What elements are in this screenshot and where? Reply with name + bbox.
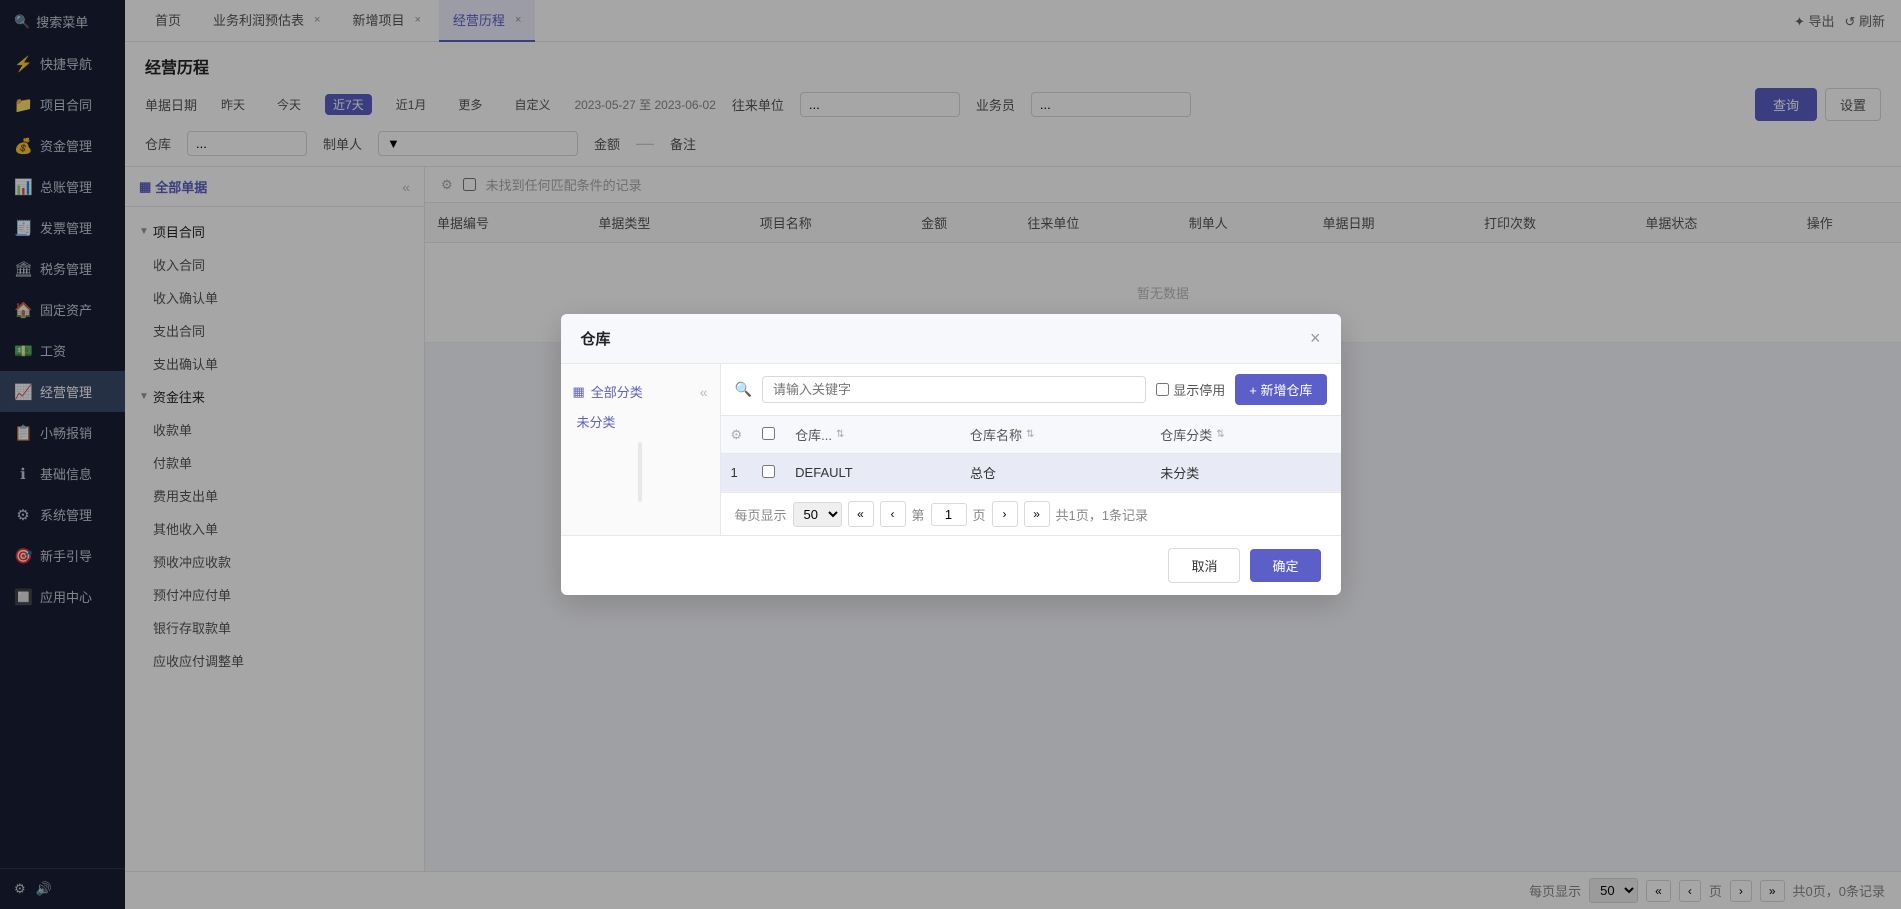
modal-page-suffix: 页 [973,505,986,524]
modal-left-panel: ▦ 全部分类 « 未分类 [561,364,721,535]
cat-sort-icon[interactable]: ⇅ [1216,429,1224,440]
modal-row-code: DEFAULT [785,454,960,492]
modal-th-category: 仓库分类 ⇅ [1150,416,1340,454]
add-warehouse-btn[interactable]: + 新增仓库 [1235,374,1326,405]
modal-row-name: 总仓 [960,454,1150,492]
modal-cat-unclassified[interactable]: 未分类 [561,405,720,438]
modal-gear-icon[interactable]: ⚙ [731,427,743,442]
modal-row-category: 未分类 [1150,454,1340,492]
modal-actions: 取消 确定 [561,535,1341,595]
modal-all-label: 全部分类 [591,382,643,401]
modal-title: 仓库 [581,328,611,349]
modal-first-btn[interactable]: « [848,501,874,527]
cancel-button[interactable]: 取消 [1168,548,1240,583]
modal-search-input[interactable] [762,376,1146,403]
modal-scrollbar [638,442,642,502]
modal-footer-bar: 每页显示 50 « ‹ 第 页 › » 共1页，1条记录 [721,492,1341,535]
modal-next-btn[interactable]: › [992,501,1018,527]
warehouse-modal: 仓库 × ▦ 全部分类 « 未分类 🔍 [561,314,1341,595]
modal-th-check [752,416,785,454]
modal-close-btn[interactable]: × [1310,328,1321,349]
confirm-button[interactable]: 确定 [1250,549,1320,582]
modal-total-text: 共1页，1条记录 [1056,505,1148,524]
modal-th-gear: ⚙ [721,416,753,454]
modal-overlay: 仓库 × ▦ 全部分类 « 未分类 🔍 [0,0,1901,909]
modal-row-check[interactable] [752,454,785,492]
name-sort-icon[interactable]: ⇅ [1026,429,1034,440]
modal-table-wrap: ⚙ 仓库... ⇅ 仓库名称 [721,416,1341,492]
modal-search-icon: 🔍 [735,381,752,398]
modal-perpage-label: 每页显示 [735,505,787,524]
modal-collapse-icon[interactable]: « [700,384,708,400]
modal-toolbar: 🔍 显示停用 + 新增仓库 [721,364,1341,416]
modal-grid-icon: ▦ [573,384,585,400]
modal-row-num: 1 [721,454,753,492]
modal-th-name: 仓库名称 ⇅ [960,416,1150,454]
modal-table: ⚙ 仓库... ⇅ 仓库名称 [721,416,1341,492]
modal-left-header[interactable]: ▦ 全部分类 « [561,374,720,405]
modal-header: 仓库 × [561,314,1341,364]
modal-perpage-select[interactable]: 50 [793,502,842,527]
modal-last-btn[interactable]: » [1024,501,1050,527]
modal-th-code: 仓库... ⇅ [785,416,960,454]
modal-table-row[interactable]: 1 DEFAULT 总仓 未分类 [721,454,1341,492]
code-sort-icon[interactable]: ⇅ [836,429,844,440]
modal-page-input[interactable] [931,503,967,526]
modal-select-all[interactable] [762,427,775,440]
modal-right-panel: 🔍 显示停用 + 新增仓库 ⚙ [721,364,1341,535]
modal-page-label: 第 [912,505,925,524]
modal-prev-btn[interactable]: ‹ [880,501,906,527]
show-disabled-checkbox[interactable] [1156,383,1169,396]
modal-body: ▦ 全部分类 « 未分类 🔍 显示停用 [561,364,1341,535]
show-disabled-label[interactable]: 显示停用 [1156,380,1225,399]
